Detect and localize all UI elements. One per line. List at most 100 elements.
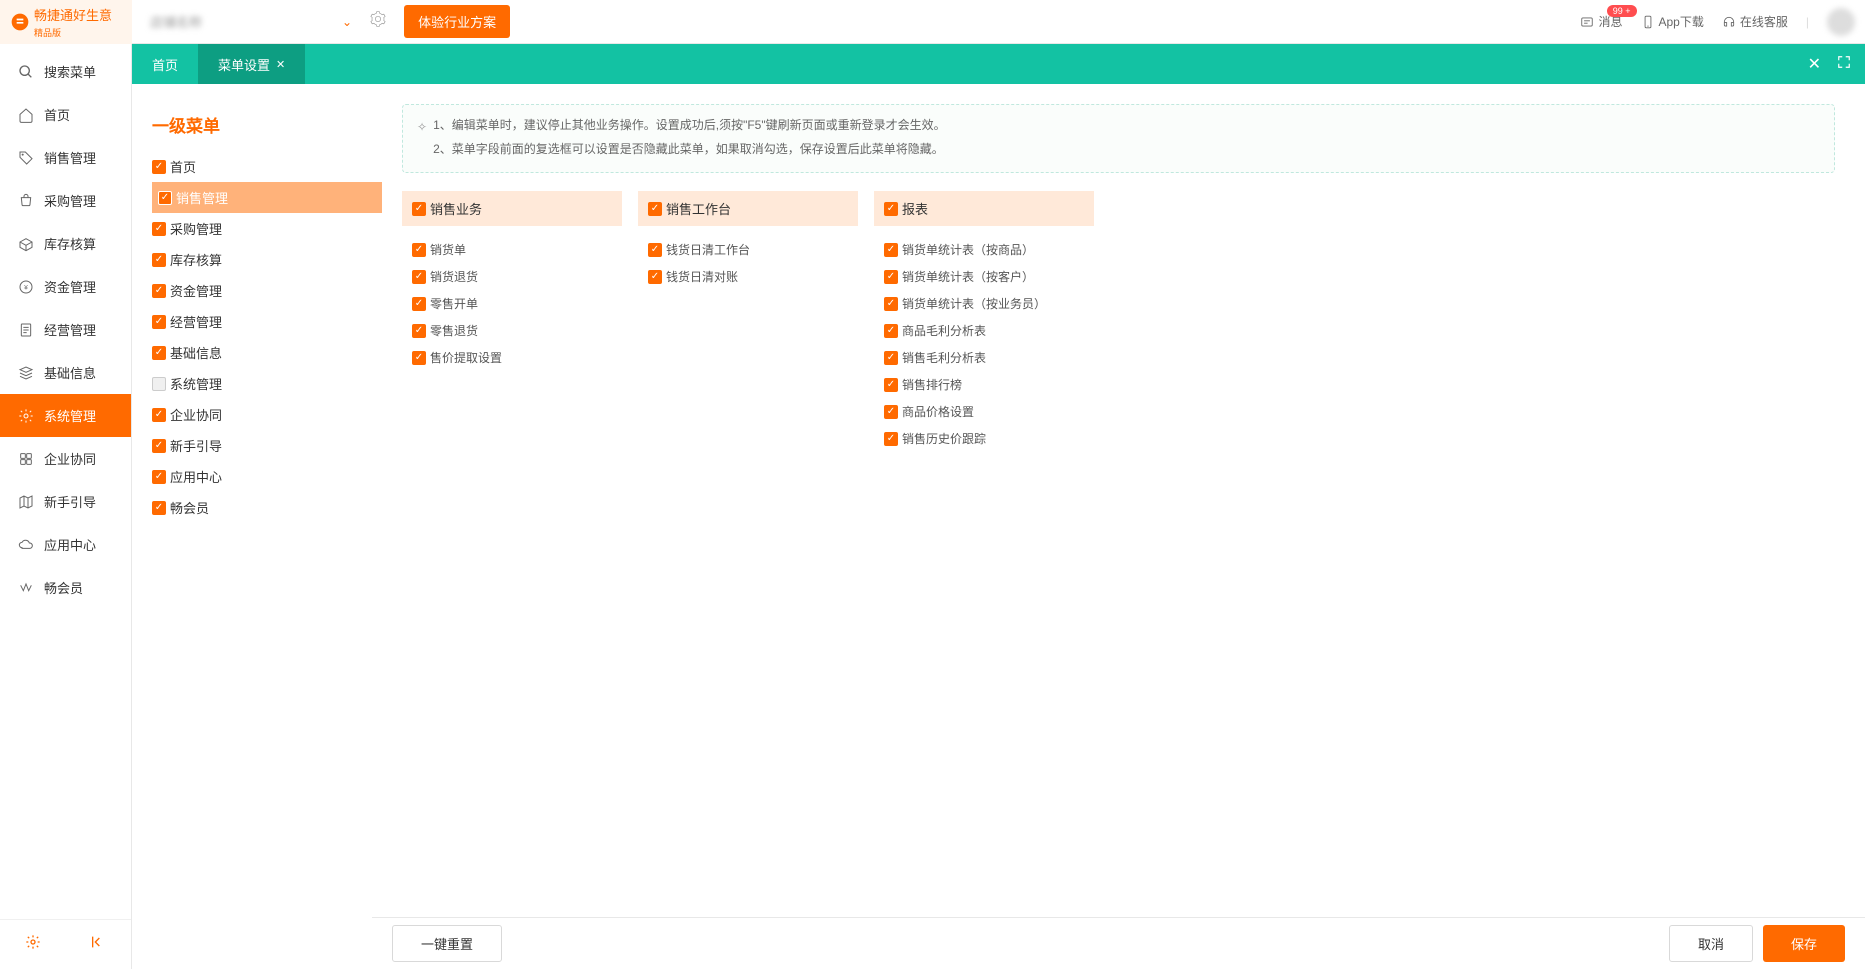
checkbox-icon[interactable]: ✓ xyxy=(152,470,166,484)
sub-item-2-0[interactable]: ✓销货单统计表（按商品） xyxy=(884,236,1084,263)
menu-item-9[interactable]: ✓新手引导 xyxy=(152,430,372,461)
sidebar-item-0[interactable]: 搜索菜单 xyxy=(0,50,131,93)
sub-item-2-7[interactable]: ✓销售历史价跟踪 xyxy=(884,425,1084,452)
sidebar-item-7[interactable]: 基础信息 xyxy=(0,351,131,394)
section-header-1[interactable]: ✓销售工作台 xyxy=(638,191,858,226)
sidebar-item-5[interactable]: ¥资金管理 xyxy=(0,265,131,308)
sidebar-item-1[interactable]: 首页 xyxy=(0,93,131,136)
checkbox-icon[interactable]: ✓ xyxy=(648,270,662,284)
save-button[interactable]: 保存 xyxy=(1763,925,1845,962)
checkbox-icon[interactable]: ✓ xyxy=(648,202,662,216)
checkbox-icon[interactable]: ✓ xyxy=(884,351,898,365)
checkbox-icon[interactable]: ✓ xyxy=(152,315,166,329)
sub-item-0-0[interactable]: ✓销货单 xyxy=(412,236,612,263)
checkbox-icon[interactable]: ✓ xyxy=(884,297,898,311)
menu-item-3[interactable]: ✓库存核算 xyxy=(152,244,372,275)
sub-item-0-4[interactable]: ✓售价提取设置 xyxy=(412,344,612,371)
online-service-button[interactable]: 在线客服 xyxy=(1722,13,1788,30)
checkbox-icon[interactable]: ✓ xyxy=(884,243,898,257)
checkbox-icon[interactable]: ✓ xyxy=(412,324,426,338)
checkbox-icon[interactable]: ✓ xyxy=(412,270,426,284)
checkbox-icon[interactable]: ✓ xyxy=(158,191,172,205)
sub-item-2-4[interactable]: ✓销售毛利分析表 xyxy=(884,344,1084,371)
checkbox-icon[interactable]: ✓ xyxy=(884,432,898,446)
menu-item-2[interactable]: ✓采购管理 xyxy=(152,213,372,244)
sub-item-2-3[interactable]: ✓商品毛利分析表 xyxy=(884,317,1084,344)
sidebar-collapse-icon[interactable] xyxy=(90,934,106,955)
sidebar-item-label: 首页 xyxy=(44,105,70,124)
checkbox-icon[interactable]: ✓ xyxy=(152,284,166,298)
sub-item-1-1[interactable]: ✓钱货日清对账 xyxy=(648,263,848,290)
sidebar-settings-icon[interactable] xyxy=(25,934,41,955)
checkbox-icon[interactable] xyxy=(152,377,166,391)
checkbox-icon[interactable]: ✓ xyxy=(152,439,166,453)
menu-item-8[interactable]: ✓企业协同 xyxy=(152,399,372,430)
cart-icon xyxy=(18,193,34,209)
checkbox-icon[interactable]: ✓ xyxy=(412,243,426,257)
user-avatar[interactable] xyxy=(1827,8,1855,36)
sidebar-item-12[interactable]: 畅会员 xyxy=(0,566,131,609)
menu-item-10[interactable]: ✓应用中心 xyxy=(152,461,372,492)
download-icon xyxy=(1641,15,1655,29)
checkbox-icon[interactable]: ✓ xyxy=(152,346,166,360)
section-header-0[interactable]: ✓销售业务 xyxy=(402,191,622,226)
checkbox-icon[interactable]: ✓ xyxy=(412,202,426,216)
sidebar-item-8[interactable]: 系统管理 xyxy=(0,394,131,437)
sub-item-2-2[interactable]: ✓销货单统计表（按业务员） xyxy=(884,290,1084,317)
menu-item-1[interactable]: ✓销售管理 xyxy=(152,182,382,213)
checkbox-icon[interactable]: ✓ xyxy=(412,351,426,365)
sub-item-0-2[interactable]: ✓零售开单 xyxy=(412,290,612,317)
fullscreen-icon[interactable] xyxy=(1833,51,1855,78)
sidebar-item-label: 畅会员 xyxy=(44,578,83,597)
sidebar-item-2[interactable]: 销售管理 xyxy=(0,136,131,179)
tab-close-all-icon[interactable]: ✕ xyxy=(1804,50,1825,78)
sub-item-0-3[interactable]: ✓零售退货 xyxy=(412,317,612,344)
checkbox-icon[interactable]: ✓ xyxy=(884,324,898,338)
sidebar-item-4[interactable]: 库存核算 xyxy=(0,222,131,265)
reset-button[interactable]: 一键重置 xyxy=(392,925,502,962)
sub-item-2-1[interactable]: ✓销货单统计表（按客户） xyxy=(884,263,1084,290)
menu-item-6[interactable]: ✓基础信息 xyxy=(152,337,372,368)
checkbox-icon[interactable]: ✓ xyxy=(412,297,426,311)
sidebar-item-9[interactable]: 企业协同 xyxy=(0,437,131,480)
chevron-down-icon[interactable]: ⌄ xyxy=(342,15,352,29)
sidebar-item-11[interactable]: 应用中心 xyxy=(0,523,131,566)
sub-item-2-6[interactable]: ✓商品价格设置 xyxy=(884,398,1084,425)
sub-item-2-5[interactable]: ✓销售排行榜 xyxy=(884,371,1084,398)
tab-close-icon[interactable]: ✕ xyxy=(276,58,285,71)
tab-0[interactable]: 首页 xyxy=(132,44,198,84)
checkbox-icon[interactable]: ✓ xyxy=(152,160,166,174)
checkbox-icon[interactable]: ✓ xyxy=(884,270,898,284)
menu-item-7[interactable]: 系统管理 xyxy=(152,368,372,399)
tag-icon xyxy=(18,150,34,166)
vip-icon xyxy=(18,580,34,596)
sub-item-0-1[interactable]: ✓销货退货 xyxy=(412,263,612,290)
experience-button[interactable]: 体验行业方案 xyxy=(404,5,510,38)
group-icon xyxy=(18,451,34,467)
store-selector[interactable]: 店铺名称 xyxy=(150,12,202,31)
checkbox-icon[interactable]: ✓ xyxy=(648,243,662,257)
headset-icon xyxy=(1722,15,1736,29)
sidebar-item-10[interactable]: 新手引导 xyxy=(0,480,131,523)
app-download-button[interactable]: App下载 xyxy=(1641,13,1704,30)
section-header-2[interactable]: ✓报表 xyxy=(874,191,1094,226)
menu-item-5[interactable]: ✓经营管理 xyxy=(152,306,372,337)
checkbox-icon[interactable]: ✓ xyxy=(884,378,898,392)
tab-1[interactable]: 菜单设置✕ xyxy=(198,44,305,84)
menu-item-4[interactable]: ✓资金管理 xyxy=(152,275,372,306)
message-button[interactable]: 消息 99 + xyxy=(1580,13,1622,30)
sub-item-1-0[interactable]: ✓钱货日清工作台 xyxy=(648,236,848,263)
checkbox-icon[interactable]: ✓ xyxy=(152,501,166,515)
menu-item-11[interactable]: ✓畅会员 xyxy=(152,492,372,523)
settings-icon[interactable] xyxy=(370,11,386,32)
checkbox-icon[interactable]: ✓ xyxy=(152,222,166,236)
checkbox-icon[interactable]: ✓ xyxy=(152,253,166,267)
cancel-button[interactable]: 取消 xyxy=(1669,925,1753,962)
sidebar-item-3[interactable]: 采购管理 xyxy=(0,179,131,222)
menu-item-0[interactable]: ✓首页 xyxy=(152,151,372,182)
checkbox-icon[interactable]: ✓ xyxy=(884,202,898,216)
checkbox-icon[interactable]: ✓ xyxy=(152,408,166,422)
notice-line-1: ✧ 1、编辑菜单时，建议停止其他业务操作。设置成功后,须按"F5"键刷新页面或重… xyxy=(417,115,1820,139)
checkbox-icon[interactable]: ✓ xyxy=(884,405,898,419)
sidebar-item-6[interactable]: 经营管理 xyxy=(0,308,131,351)
